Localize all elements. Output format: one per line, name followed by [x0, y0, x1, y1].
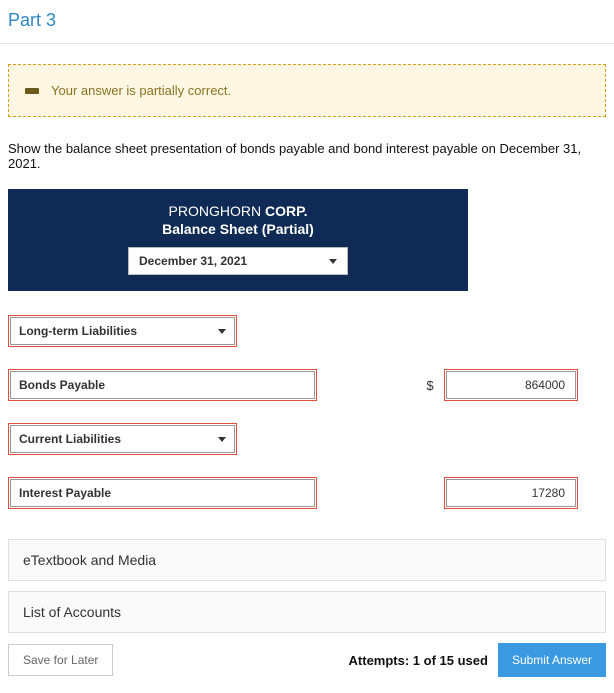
row-interest-payable: Interest Payable 17280 [8, 477, 578, 509]
category-select-2-value: Current Liabilities [19, 432, 121, 446]
balance-sheet-header: PRONGHORN CORP. Balance Sheet (Partial) … [8, 189, 468, 291]
category-select-1-value: Long-term Liabilities [19, 324, 137, 338]
row-bonds-payable: Bonds Payable $ 864000 [8, 369, 578, 401]
part-title: Part 3 [0, 0, 614, 43]
partial-icon [25, 88, 39, 94]
currency-symbol: $ [416, 378, 444, 393]
chevron-down-icon [218, 329, 226, 334]
category-select-1[interactable]: Long-term Liabilities [10, 317, 235, 345]
sheet-subtitle: Balance Sheet (Partial) [8, 221, 468, 237]
date-select[interactable]: December 31, 2021 [128, 247, 348, 275]
company-name-part2: CORP. [265, 203, 308, 219]
chevron-down-icon [329, 259, 337, 264]
value-input-interest[interactable]: 17280 [446, 479, 576, 507]
account-input-interest[interactable]: Interest Payable [10, 479, 315, 507]
save-for-later-button[interactable]: Save for Later [8, 644, 113, 676]
list-of-accounts-link[interactable]: List of Accounts [8, 591, 606, 633]
instruction-text: Show the balance sheet presentation of b… [8, 141, 606, 171]
row-current-liabilities: Current Liabilities [8, 423, 578, 455]
row-longterm-liabilities: Long-term Liabilities [8, 315, 578, 347]
alert-partial-correct: Your answer is partially correct. [8, 64, 606, 117]
chevron-down-icon [218, 437, 226, 442]
account-input-interest-value: Interest Payable [19, 486, 111, 500]
date-select-value: December 31, 2021 [139, 254, 247, 268]
account-input-bonds[interactable]: Bonds Payable [10, 371, 315, 399]
attempts-text: Attempts: 1 of 15 used [349, 653, 488, 668]
company-name-part1: PRONGHORN [169, 203, 262, 219]
value-input-bonds[interactable]: 864000 [446, 371, 576, 399]
footer-bar: Save for Later Attempts: 1 of 15 used Su… [8, 643, 606, 677]
account-input-bonds-value: Bonds Payable [19, 378, 105, 392]
submit-answer-button[interactable]: Submit Answer [498, 643, 606, 677]
category-select-2[interactable]: Current Liabilities [10, 425, 235, 453]
company-name: PRONGHORN CORP. [8, 203, 468, 219]
alert-text: Your answer is partially correct. [51, 83, 231, 98]
etextbook-link[interactable]: eTextbook and Media [8, 539, 606, 581]
